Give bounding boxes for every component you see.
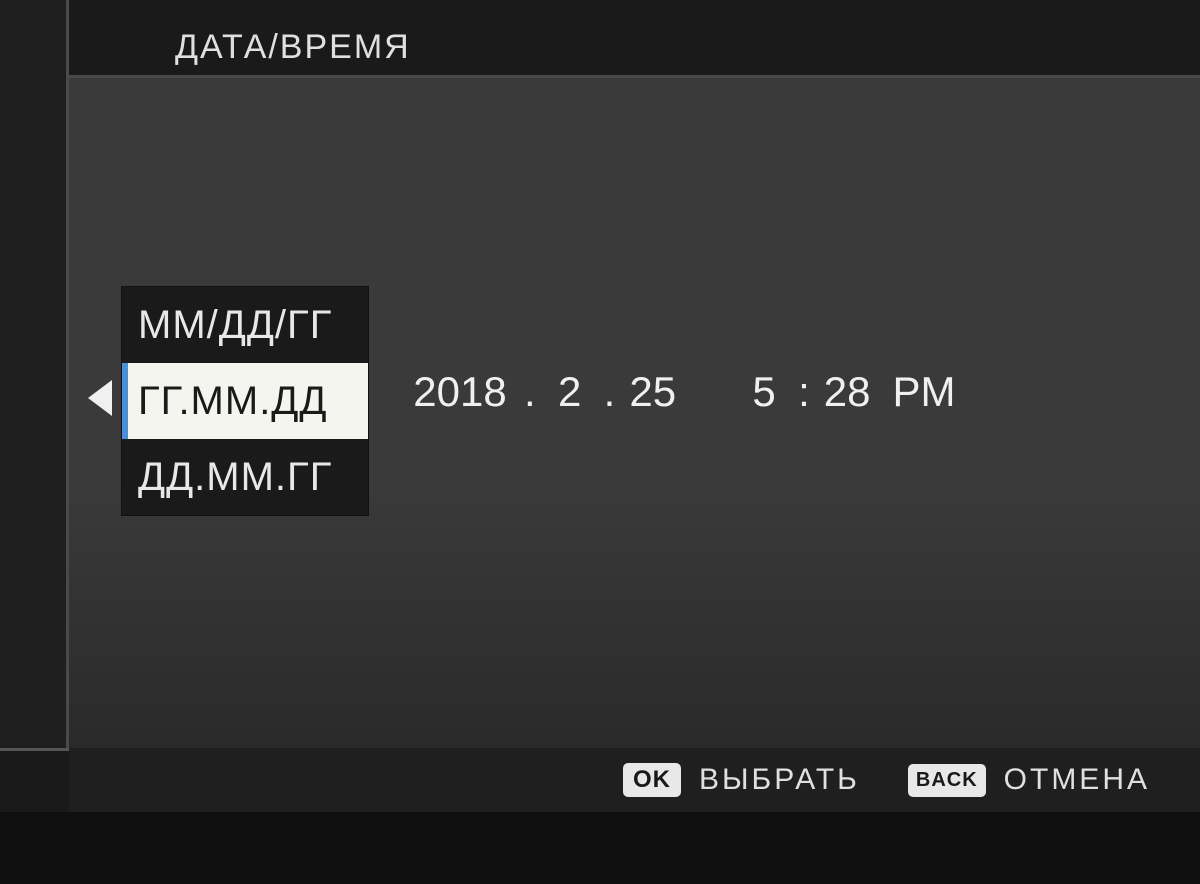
ok-button-label: ВЫБРАТЬ: [699, 763, 860, 797]
year-value[interactable]: 2018: [410, 368, 510, 416]
back-button-label: ОТМЕНА: [1004, 763, 1150, 797]
format-option-yymmdd[interactable]: ГГ.ММ.ДД: [122, 363, 368, 439]
date-separator: .: [604, 368, 616, 416]
format-option-label: ММ/ДД/ГГ: [138, 303, 332, 348]
format-option-mmddyy[interactable]: ММ/ДД/ГГ: [122, 287, 368, 363]
hour-value[interactable]: 5: [744, 368, 784, 416]
date-separator: .: [524, 368, 536, 416]
month-value[interactable]: 2: [550, 368, 590, 416]
format-option-label: ГГ.ММ.ДД: [138, 379, 327, 424]
date-format-picker[interactable]: ММ/ДД/ГГ ГГ.ММ.ДД ДД.ММ.ГГ: [121, 286, 369, 516]
minute-value[interactable]: 28: [824, 368, 871, 416]
format-option-ddmmyy[interactable]: ДД.ММ.ГГ: [122, 439, 368, 515]
camera-menu-screen: ДАТА/ВРЕМЯ ММ/ДД/ГГ ГГ.ММ.ДД ДД.ММ.ГГ 20…: [0, 0, 1200, 884]
datetime-row: 2018 . 2 . 25 5 : 28 PM: [410, 368, 955, 416]
page-title: ДАТА/ВРЕМЯ: [175, 28, 411, 67]
ampm-value[interactable]: PM: [892, 368, 955, 416]
back-button-badge[interactable]: BACK: [908, 764, 986, 797]
left-sidebar-strip: [0, 0, 66, 750]
bottom-bezel: [0, 812, 1200, 884]
chevron-left-icon[interactable]: [88, 380, 112, 416]
ok-button-badge[interactable]: OK: [623, 763, 681, 797]
footer-bar: OK ВЫБРАТЬ BACK ОТМЕНА: [69, 748, 1200, 812]
format-option-label: ДД.ММ.ГГ: [138, 455, 332, 500]
day-value[interactable]: 25: [629, 368, 676, 416]
time-separator: :: [798, 368, 810, 416]
